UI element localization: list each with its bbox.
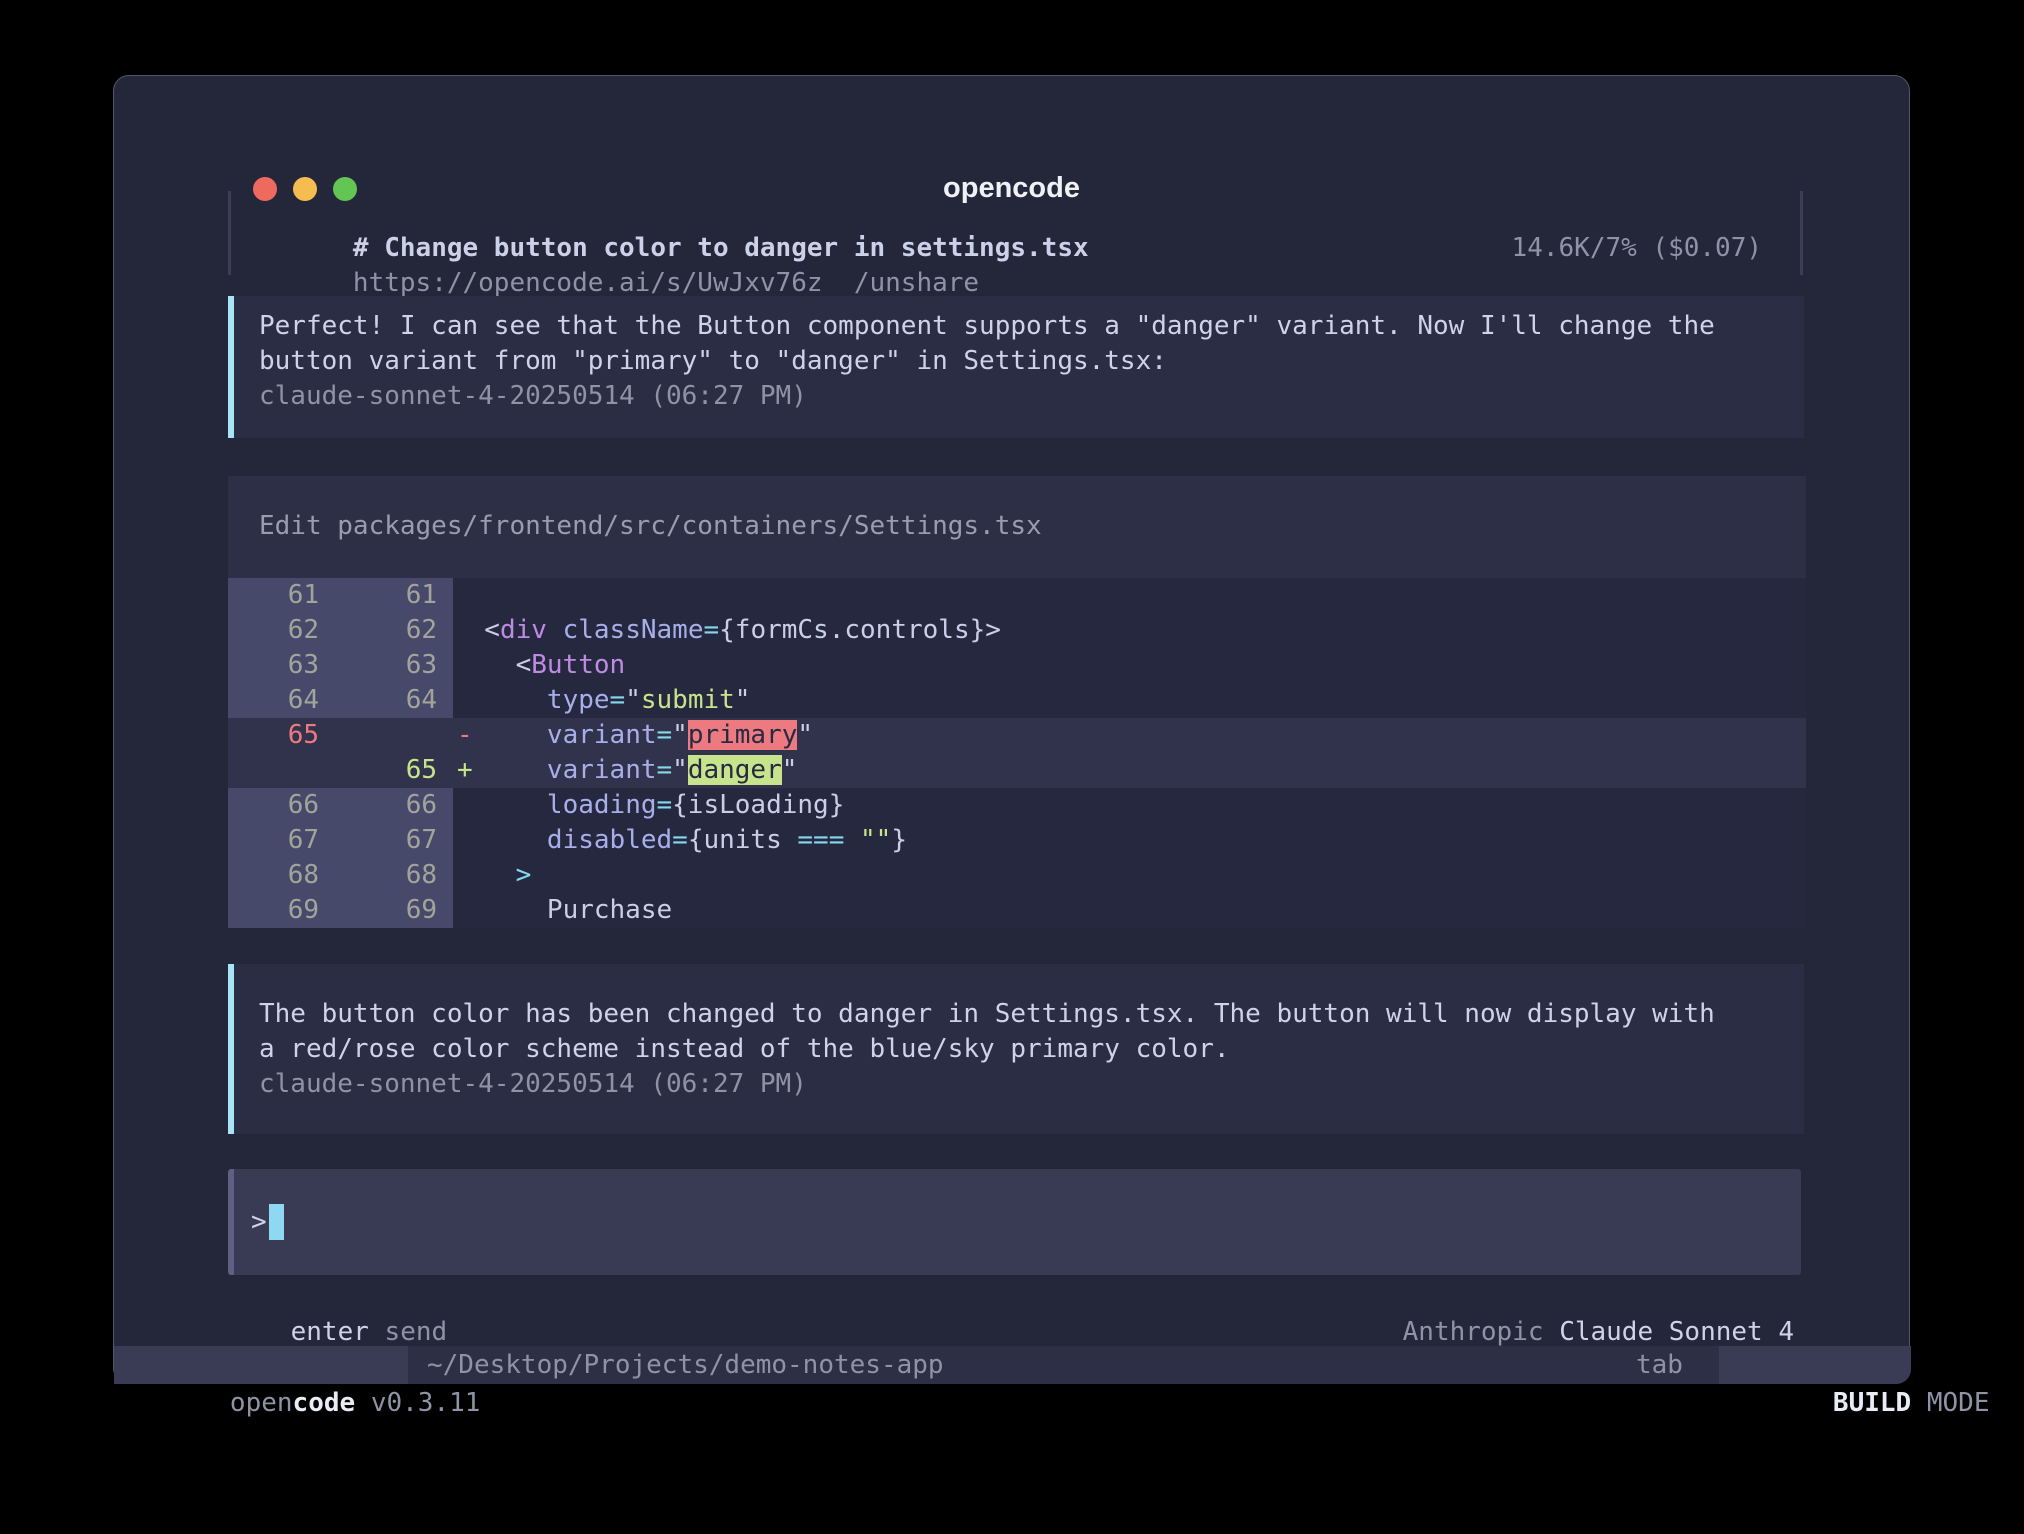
status-bar: opencode v0.3.11 ~/Desktop/Projects/demo… — [114, 1346, 1911, 1384]
session-title-row: # Change button color to danger in setti… — [231, 196, 1800, 231]
code-line — [453, 578, 1806, 613]
tab-keybind-hint: tab — [1636, 1346, 1683, 1384]
hint-action: send — [369, 1317, 447, 1347]
old-line-number: 68 — [228, 858, 331, 893]
old-line-number: 65 — [228, 718, 331, 753]
new-line-number: 68 — [331, 858, 453, 893]
code-line: > — [453, 858, 1806, 893]
token-cost-stats: 14.6K/7% ($0.07) — [1512, 231, 1762, 266]
diff-row: 6161 — [228, 578, 1806, 613]
mode-name: BUILD — [1833, 1388, 1911, 1418]
code-line: <div className={formCs.controls}> — [453, 613, 1806, 648]
diff-row: 6767 disabled={units === ""} — [228, 823, 1806, 858]
old-line-number: 61 — [228, 578, 331, 613]
unshare-command[interactable]: /unshare — [854, 268, 979, 298]
new-line-number: 62 — [331, 613, 453, 648]
diff-row: 6969 Purchase — [228, 893, 1806, 928]
old-line-number: 62 — [228, 613, 331, 648]
diff-row: 6262 <div className={formCs.controls}> — [228, 613, 1806, 648]
model-name: Claude Sonnet 4 — [1559, 1317, 1794, 1347]
new-line-number: 66 — [331, 788, 453, 823]
edit-tool-card: Edit packages/frontend/src/containers/Se… — [228, 476, 1806, 928]
keybind-hint: enter send — [228, 1280, 447, 1315]
hint-key: enter — [291, 1317, 369, 1347]
prompt-input[interactable]: > — [228, 1169, 1801, 1275]
text-cursor — [269, 1204, 284, 1240]
diff-row: 6868 > — [228, 858, 1806, 893]
code-line: <Button — [453, 648, 1806, 683]
diff-row: 6666 loading={isLoading} — [228, 788, 1806, 823]
app-version-badge: opencode v0.3.11 — [114, 1346, 408, 1384]
app-name-code: code — [293, 1388, 356, 1418]
assistant-message: Perfect! I can see that the Button compo… — [228, 296, 1804, 438]
code-line: loading={isLoading} — [453, 788, 1806, 823]
diff-row: 65 - variant="primary" — [228, 718, 1806, 753]
message-line: Perfect! I can see that the Button compo… — [259, 309, 1784, 344]
diff-view: 61616262 <div className={formCs.controls… — [228, 578, 1806, 928]
session-header: # Change button color to danger in setti… — [228, 191, 1803, 275]
session-title: # Change button color to danger in setti… — [353, 233, 1089, 263]
working-directory: ~/Desktop/Projects/demo-notes-app — [427, 1346, 944, 1384]
prompt-chevron: > — [251, 1205, 267, 1240]
model-timestamp: claude-sonnet-4-20250514 (06:27 PM) — [259, 1067, 1784, 1102]
share-url-gap — [823, 268, 854, 298]
active-model: Anthropic Claude Sonnet 4 — [1340, 1280, 1794, 1315]
assistant-message-text: The button color has been changed to dan… — [259, 997, 1784, 1067]
new-line-number: 64 — [331, 683, 453, 718]
code-line: disabled={units === ""} — [453, 823, 1806, 858]
old-line-number: 66 — [228, 788, 331, 823]
old-line-number: 64 — [228, 683, 331, 718]
message-line: a red/rose color scheme instead of the b… — [259, 1032, 1784, 1067]
code-line: Purchase — [453, 893, 1806, 928]
new-line-number: 65 — [331, 753, 453, 788]
opencode-window: opencode # Change button color to danger… — [113, 75, 1910, 1384]
new-line-number: 67 — [331, 823, 453, 858]
new-line-number: 61 — [331, 578, 453, 613]
removed-marker-icon: - — [457, 718, 487, 753]
code-line: variant="danger" — [453, 753, 1806, 788]
share-url[interactable]: https://opencode.ai/s/UwJxv76z — [353, 268, 823, 298]
mode-toggle[interactable]: BUILD MODE — [1719, 1346, 1911, 1384]
message-line: The button color has been changed to dan… — [259, 997, 1784, 1032]
new-line-number — [331, 718, 453, 753]
diff-row: 6464 type="submit" — [228, 683, 1806, 718]
old-line-number: 67 — [228, 823, 331, 858]
app-version: v0.3.11 — [355, 1388, 480, 1418]
diff-row: 6363 <Button — [228, 648, 1806, 683]
model-provider: Anthropic — [1403, 1317, 1560, 1347]
message-line: button variant from "primary" to "danger… — [259, 344, 1784, 379]
added-marker-icon: + — [457, 753, 487, 788]
old-line-number: 63 — [228, 648, 331, 683]
assistant-message-text: Perfect! I can see that the Button compo… — [259, 309, 1784, 379]
old-line-number — [228, 753, 331, 788]
model-timestamp: claude-sonnet-4-20250514 (06:27 PM) — [259, 379, 1784, 414]
code-line: variant="primary" — [453, 718, 1806, 753]
new-line-number: 69 — [331, 893, 453, 928]
old-line-number: 69 — [228, 893, 331, 928]
code-line: type="submit" — [453, 683, 1806, 718]
edit-tool-title: Edit packages/frontend/src/containers/Se… — [259, 509, 1042, 544]
new-line-number: 63 — [331, 648, 453, 683]
app-name-open: open — [230, 1388, 293, 1418]
mode-label: MODE — [1911, 1388, 1989, 1418]
assistant-message: The button color has been changed to dan… — [228, 964, 1804, 1134]
diff-row: 65+ variant="danger" — [228, 753, 1806, 788]
